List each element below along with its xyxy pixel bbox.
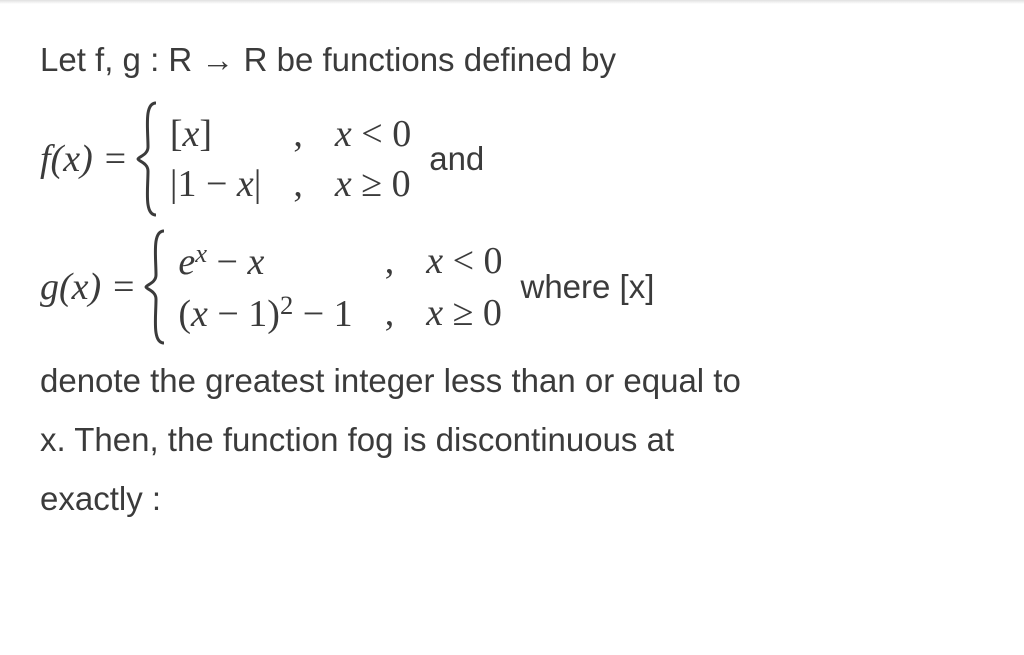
intro-line: Let f, g : R → R be functions defined by [40,34,984,85]
tail-line-2: x. Then, the function fog is discontinuo… [40,414,984,465]
f-lhs: f(x) = [40,137,128,181]
tail-line-3: exactly : [40,473,984,524]
g-definition: g(x) = ex − x , x < 0 (x − 1)2 − 1 , x ≥… [40,227,984,347]
f-row2-expr: |1 − x| [170,162,262,206]
brace-icon [142,227,170,347]
g-row1-comma: , [385,239,395,283]
g-after: where [x] [521,268,655,306]
g-lhs: g(x) = [40,265,136,309]
g-row2-expr: (x − 1)2 − 1 [178,290,352,336]
f-row1-cond: x < 0 [335,112,411,156]
intro-prefix: Let f, g : R [40,41,192,78]
g-row1-cond: x < 0 [426,239,502,283]
f-cases: [x] , x < 0 |1 − x| , x ≥ 0 [168,106,413,212]
f-row1-comma: , [293,112,303,156]
arrow-icon: → [201,41,234,78]
f-after: and [429,140,484,178]
intro-suffix: R be functions defined by [234,41,616,78]
g-row2-cond: x ≥ 0 [426,291,502,335]
question-page: Let f, g : R → R be functions defined by… [0,0,1024,545]
f-row2-comma: , [293,162,303,206]
g-row1-expr: ex − x [178,238,352,284]
g-row2-comma: , [385,291,395,335]
brace-icon [134,99,162,219]
tail-line-1: denote the greatest integer less than or… [40,355,984,406]
f-definition: f(x) = [x] , x < 0 |1 − x| , x ≥ 0 and [40,99,984,219]
g-cases: ex − x , x < 0 (x − 1)2 − 1 , x ≥ 0 [176,232,504,342]
top-shadow [0,0,1024,4]
f-row1-expr: [x] [170,112,262,156]
f-row2-cond: x ≥ 0 [335,162,411,206]
